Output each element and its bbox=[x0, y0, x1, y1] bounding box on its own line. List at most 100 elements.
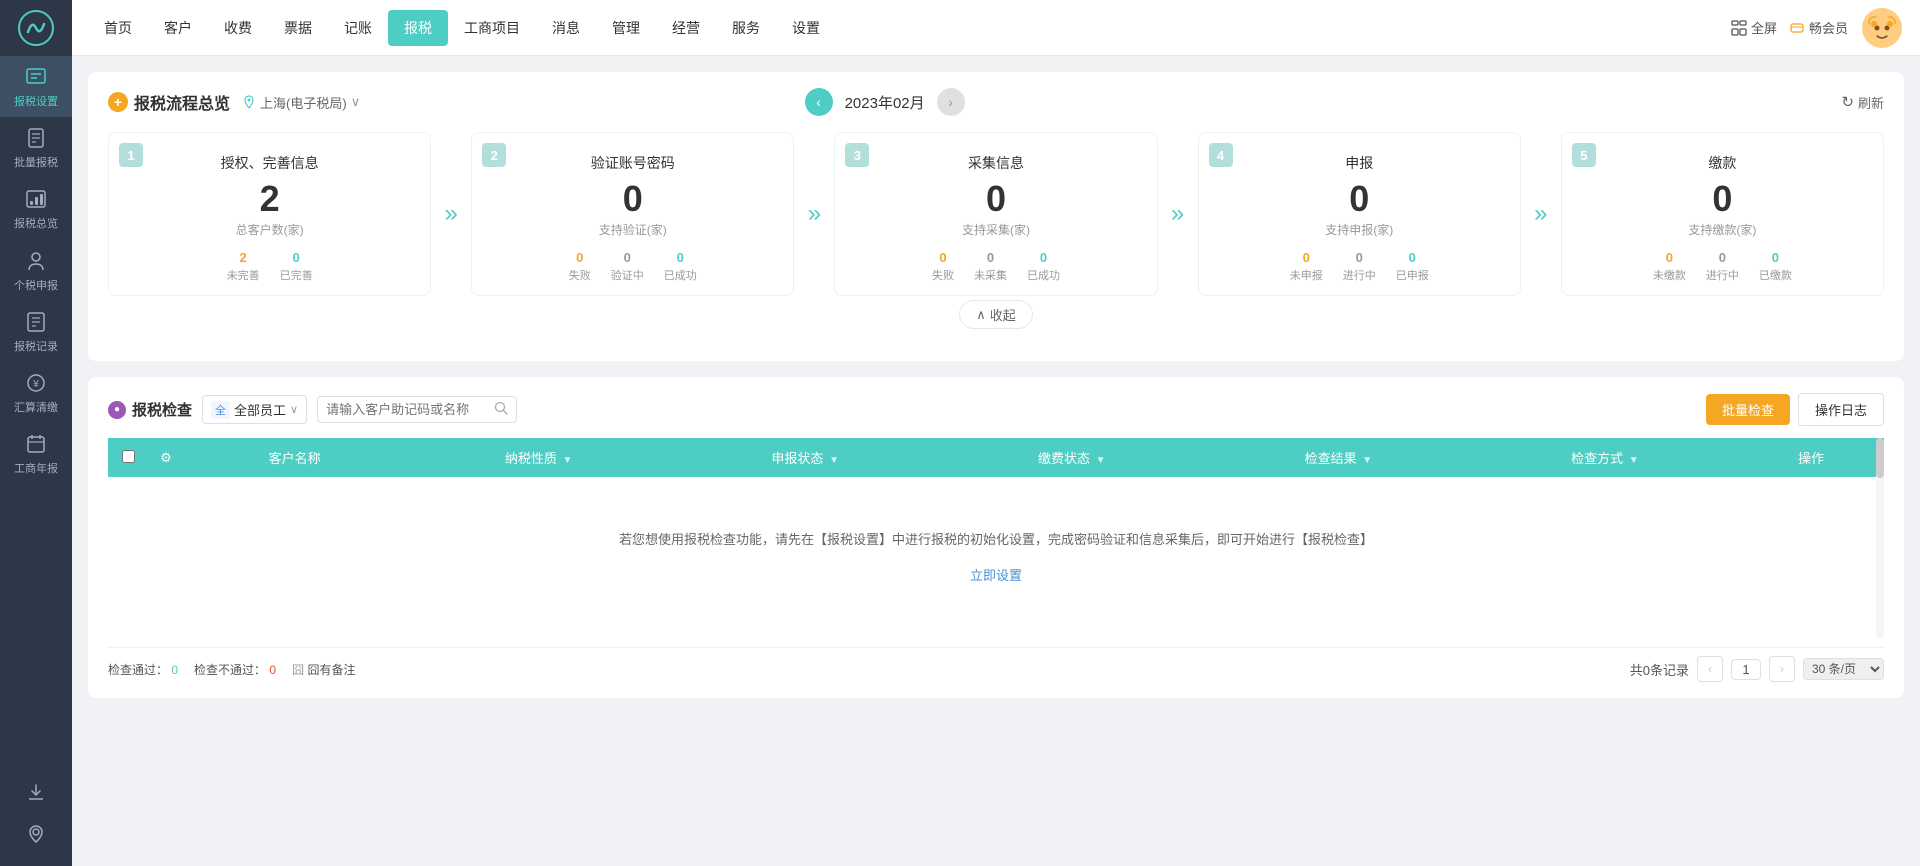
nav-item-customer[interactable]: 客户 bbox=[148, 0, 208, 56]
table-header-gear: ⚙ bbox=[148, 438, 184, 477]
plus-icon: + bbox=[108, 92, 128, 112]
check-fail-count[interactable]: 0 bbox=[269, 663, 276, 677]
nav-item-business[interactable]: 工商项目 bbox=[448, 0, 536, 56]
filter-icon-2[interactable]: ▼ bbox=[829, 455, 839, 466]
location-text: 上海(电子税局) bbox=[260, 93, 347, 112]
filter-icon-3[interactable]: ▼ bbox=[1096, 455, 1106, 466]
table-header-checkbox bbox=[108, 438, 148, 477]
refresh-label: 刷新 bbox=[1858, 93, 1884, 112]
check-title-text: 报税检查 bbox=[132, 399, 192, 420]
filter-icon-1[interactable]: ▼ bbox=[562, 455, 572, 466]
step-stat-2-2: 0 已成功 bbox=[664, 250, 697, 283]
step-stat-lbl-3-0: 失败 bbox=[932, 267, 954, 283]
step-count-2: 0 bbox=[484, 181, 781, 217]
nav-item-manage[interactable]: 管理 bbox=[596, 0, 656, 56]
prev-page-button[interactable]: ‹ bbox=[1697, 656, 1723, 682]
vip-button[interactable]: 畅会员 bbox=[1789, 18, 1848, 37]
sidebar: 报税设置 批量报税 报税总览 bbox=[0, 0, 72, 866]
step-stat-lbl-2-0: 失败 bbox=[569, 267, 591, 283]
table-header-tax-nature: 纳税性质 ▼ bbox=[405, 438, 672, 477]
employee-dropdown-icon: ∨ bbox=[290, 403, 298, 416]
step-stat-5-2: 0 已缴款 bbox=[1759, 250, 1792, 283]
nav-right: 全屏 畅会员 bbox=[1731, 6, 1904, 50]
sidebar-item-tax-record[interactable]: 报税记录 bbox=[0, 301, 72, 362]
step-stats-2: 0 失败 0 验证中 0 已成功 bbox=[484, 250, 781, 283]
nav-item-account[interactable]: 记账 bbox=[328, 0, 388, 56]
nav-item-home[interactable]: 首页 bbox=[88, 0, 148, 56]
location-tag[interactable]: 上海(电子税局) ∨ bbox=[242, 93, 360, 112]
collapse-button[interactable]: ∧ 收起 bbox=[959, 300, 1033, 329]
step-subtitle-3: 支持采集(家) bbox=[847, 221, 1144, 238]
check-pass-count[interactable]: 0 bbox=[171, 663, 178, 677]
sidebar-item-label-tax-settings: 报税设置 bbox=[14, 96, 58, 109]
fullscreen-button[interactable]: 全屏 bbox=[1731, 18, 1777, 37]
step-stat-1-0: 2 未完善 bbox=[227, 250, 260, 283]
nav-item-fee[interactable]: 收费 bbox=[208, 0, 268, 56]
filter-icon-4[interactable]: ▼ bbox=[1362, 455, 1372, 466]
operation-log-button[interactable]: 操作日志 bbox=[1798, 393, 1884, 426]
table-scrollbar[interactable] bbox=[1876, 438, 1884, 639]
app-logo[interactable] bbox=[0, 0, 72, 56]
table-header-report-status: 申报状态 ▼ bbox=[672, 438, 939, 477]
sidebar-item-download[interactable] bbox=[0, 772, 72, 814]
step-stat-1-1: 0 已完善 bbox=[280, 250, 313, 283]
select-all-checkbox[interactable] bbox=[122, 450, 135, 463]
batch-check-button[interactable]: 批量检查 bbox=[1706, 394, 1790, 425]
sidebar-item-personal-tax[interactable]: 个税申报 bbox=[0, 240, 72, 301]
avatar-character[interactable] bbox=[1860, 6, 1904, 50]
sidebar-item-tax-overview[interactable]: 报税总览 bbox=[0, 178, 72, 239]
step-number-1: 1 bbox=[119, 143, 143, 167]
step-stat-val-3-0: 0 bbox=[939, 250, 946, 265]
step-number-5: 5 bbox=[1572, 143, 1596, 167]
step-stat-2-1: 0 验证中 bbox=[611, 250, 644, 283]
per-page-select[interactable]: 30 条/页 50 条/页 100 条/页 bbox=[1803, 658, 1884, 680]
location-dropdown-icon: ∨ bbox=[351, 94, 361, 110]
search-input[interactable] bbox=[326, 402, 490, 417]
refresh-button[interactable]: ↻ 刷新 bbox=[1841, 93, 1884, 112]
step-stat-val-4-2: 0 bbox=[1409, 250, 1416, 265]
gear-icon[interactable]: ⚙ bbox=[160, 450, 172, 465]
step-card-3: 3 采集信息 0 支持采集(家) 0 失败 0 未采集 bbox=[834, 132, 1157, 296]
check-circle-icon: ● bbox=[108, 401, 126, 419]
setup-link[interactable]: 立即设置 bbox=[970, 568, 1022, 583]
prev-month-button[interactable]: ‹ bbox=[805, 88, 833, 116]
step-number-3: 3 bbox=[845, 143, 869, 167]
sidebar-item-label-batch-tax: 批量报税 bbox=[14, 157, 58, 170]
sidebar-item-annual-report[interactable]: 工商年报 bbox=[0, 423, 72, 484]
nav-item-invoice[interactable]: 票据 bbox=[268, 0, 328, 56]
vip-label: 畅会员 bbox=[1809, 18, 1848, 37]
step-card-5: 5 缴款 0 支持缴款(家) 0 未缴款 0 进行中 bbox=[1561, 132, 1884, 296]
search-box bbox=[317, 396, 517, 423]
search-icon[interactable] bbox=[494, 401, 508, 418]
sidebar-item-label-tax-record: 报税记录 bbox=[14, 341, 58, 354]
sidebar-bottom bbox=[0, 772, 72, 866]
nav-item-settings[interactable]: 设置 bbox=[776, 0, 836, 56]
step-stat-5-0: 0 未缴款 bbox=[1653, 250, 1686, 283]
collapse-bar: ∧ 收起 bbox=[108, 300, 1884, 329]
table-header-pay-status: 缴费状态 ▼ bbox=[938, 438, 1205, 477]
employee-select[interactable]: 全 全部员工 ∨ bbox=[202, 395, 307, 424]
nav-item-operation[interactable]: 经营 bbox=[656, 0, 716, 56]
sidebar-item-tax-settings[interactable]: 报税设置 bbox=[0, 56, 72, 117]
nav-item-message[interactable]: 消息 bbox=[536, 0, 596, 56]
step-arrow-3: » bbox=[1158, 132, 1198, 296]
step-arrow-1: » bbox=[431, 132, 471, 296]
filter-icon-5[interactable]: ▼ bbox=[1629, 455, 1639, 466]
nav-item-tax[interactable]: 报税 bbox=[388, 10, 448, 46]
tax-overview-icon bbox=[25, 188, 47, 214]
step-stat-val-2-2: 0 bbox=[677, 250, 684, 265]
table-footer-right: 共0条记录 ‹ 1 › 30 条/页 50 条/页 100 条/页 bbox=[1630, 656, 1884, 682]
sidebar-item-settlement[interactable]: ¥ 汇算清缴 bbox=[0, 362, 72, 423]
process-title-text: 报税流程总览 bbox=[134, 90, 230, 114]
employee-badge: 全 bbox=[211, 401, 230, 419]
next-page-button[interactable]: › bbox=[1769, 656, 1795, 682]
sidebar-item-location[interactable] bbox=[0, 814, 72, 856]
next-month-button[interactable]: › bbox=[937, 88, 965, 116]
step-title-2: 验证账号密码 bbox=[484, 153, 781, 173]
nav-item-service[interactable]: 服务 bbox=[716, 0, 776, 56]
step-title-4: 申报 bbox=[1211, 153, 1508, 173]
step-subtitle-1: 总客户数(家) bbox=[121, 221, 418, 238]
step-stat-val-2-1: 0 bbox=[624, 250, 631, 265]
sidebar-item-batch-tax[interactable]: 批量报税 bbox=[0, 117, 72, 178]
step-stat-val-4-1: 0 bbox=[1356, 250, 1363, 265]
